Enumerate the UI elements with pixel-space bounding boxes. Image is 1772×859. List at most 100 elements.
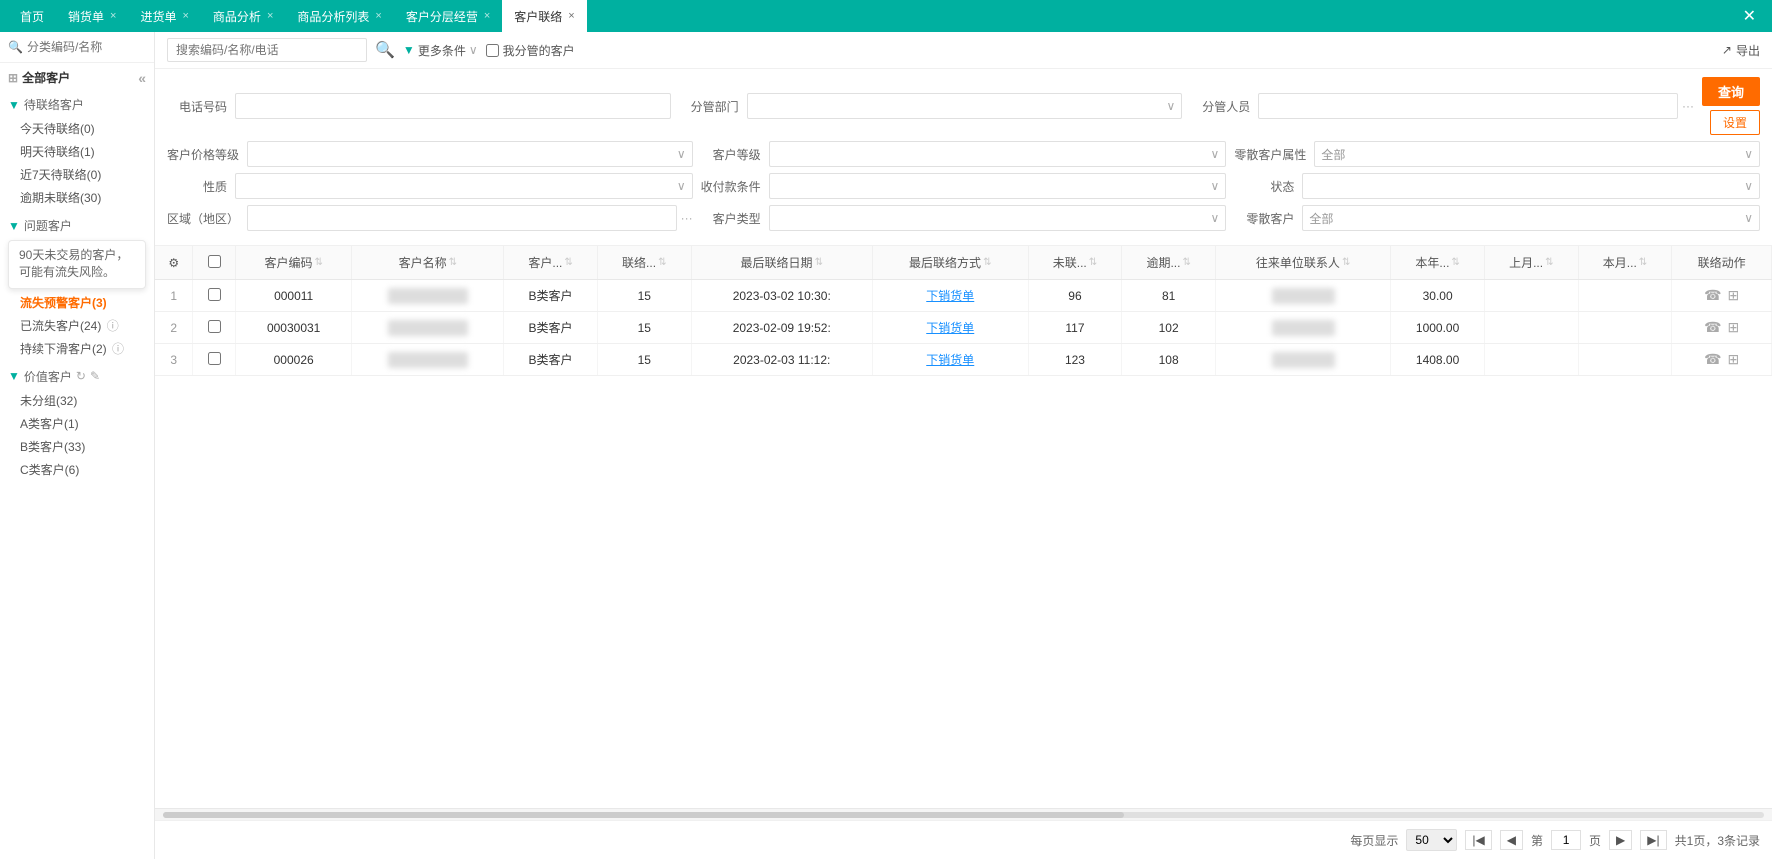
search-button[interactable]: 🔍 xyxy=(375,40,395,60)
category-search-input[interactable] xyxy=(27,40,155,54)
sidebar-item-churned[interactable]: 已流失客户(24) ⓘ xyxy=(0,314,154,337)
th-this-year[interactable]: 本年...⇅ xyxy=(1391,246,1485,280)
region-input[interactable] xyxy=(247,205,677,231)
close-icon[interactable]: × xyxy=(267,10,273,22)
sidebar-group-pending[interactable]: ▼ 待联络客户 xyxy=(0,92,154,117)
collapse-icon[interactable]: « xyxy=(138,70,146,86)
customer-type-select[interactable]: ∨ xyxy=(769,205,1227,231)
settings-button[interactable]: 设置 xyxy=(1710,110,1760,135)
my-customers-checkbox[interactable] xyxy=(486,44,499,57)
prev-page-button[interactable]: ◀ xyxy=(1500,830,1523,850)
close-icon[interactable]: × xyxy=(375,10,381,22)
row-last-method[interactable]: 下销货单 xyxy=(872,312,1028,344)
more-conditions-button[interactable]: ▼ 更多条件 ∨ xyxy=(403,42,478,59)
tab-sales[interactable]: 销货单 × xyxy=(56,0,128,32)
nature-select[interactable]: ∨ xyxy=(235,173,693,199)
price-level-select[interactable]: ∨ xyxy=(247,141,693,167)
more-icon[interactable]: ··· xyxy=(1682,99,1694,113)
row-checkbox[interactable] xyxy=(193,280,235,312)
page-input[interactable] xyxy=(1551,830,1581,850)
sidebar-item-tomorrow[interactable]: 明天待联络(1) xyxy=(0,140,154,163)
row-overdue: 102 xyxy=(1122,312,1216,344)
row-select-checkbox[interactable] xyxy=(208,288,221,301)
row-select-checkbox[interactable] xyxy=(208,352,221,365)
sidebar-item-class-a[interactable]: A类客户(1) xyxy=(0,412,154,435)
row-last-method[interactable]: 下销货单 xyxy=(872,344,1028,376)
sidebar-group-problem[interactable]: ▼ 问题客户 xyxy=(0,213,154,238)
close-icon[interactable]: × xyxy=(110,10,116,22)
refresh-icon[interactable]: ↻ xyxy=(76,369,86,383)
all-customers-label: 全部客户 xyxy=(22,69,70,86)
col-person-label: 往来单位联系人 xyxy=(1256,254,1340,271)
tab-customer-tier[interactable]: 客户分层经营 × xyxy=(394,0,502,32)
th-last-date[interactable]: 最后联络日期⇅ xyxy=(691,246,872,280)
tab-analysis[interactable]: 商品分析 × xyxy=(201,0,285,32)
th-overdue[interactable]: 逾期...⇅ xyxy=(1122,246,1216,280)
sidebar-item-class-c[interactable]: C类客户(6) xyxy=(0,458,154,481)
more-actions-icon[interactable]: ⊞ xyxy=(1728,351,1740,368)
first-page-button[interactable]: |◀ xyxy=(1465,830,1491,850)
sidebar-item-class-b[interactable]: B类客户(33) xyxy=(0,435,154,458)
tab-analysis-list[interactable]: 商品分析列表 × xyxy=(285,0,393,32)
th-this-month[interactable]: 本月...⇅ xyxy=(1578,246,1672,280)
person-input[interactable] xyxy=(1258,93,1678,119)
export-button[interactable]: ↗ 导出 xyxy=(1722,42,1760,59)
zero-customer-select[interactable]: 全部 ∨ xyxy=(1302,205,1760,231)
row-person: ██████ xyxy=(1215,344,1390,376)
col-code-label: 客户编码 xyxy=(264,254,312,271)
contact-icon[interactable]: ☎ xyxy=(1704,351,1721,368)
row-last-method[interactable]: 下销货单 xyxy=(872,280,1028,312)
per-page-select[interactable]: 50 100 200 xyxy=(1406,829,1457,851)
next-page-button[interactable]: ▶ xyxy=(1609,830,1632,850)
th-last-month[interactable]: 上月...⇅ xyxy=(1484,246,1578,280)
sidebar-item-overdue[interactable]: 逾期未联络(30) xyxy=(0,186,154,209)
row-checkbox[interactable] xyxy=(193,312,235,344)
more-actions-icon[interactable]: ⊞ xyxy=(1728,319,1740,336)
info-icon: ⓘ xyxy=(112,342,124,356)
tab-home[interactable]: 首页 xyxy=(8,0,56,32)
sidebar-group-value[interactable]: ▼ 价值客户 ↻ ✎ xyxy=(0,364,154,389)
th-gear[interactable]: ⚙ xyxy=(155,246,193,280)
dept-select[interactable]: ∨ xyxy=(747,93,1183,119)
th-unlisted[interactable]: 未联...⇅ xyxy=(1028,246,1122,280)
close-icon[interactable]: × xyxy=(484,10,490,22)
last-page-button[interactable]: ▶| xyxy=(1640,830,1666,850)
row-select-checkbox[interactable] xyxy=(208,320,221,333)
window-close-button[interactable]: ✕ xyxy=(1735,6,1764,26)
zero-attr-select[interactable]: 全部 ∨ xyxy=(1314,141,1760,167)
th-person[interactable]: 往来单位联系人⇅ xyxy=(1215,246,1390,280)
more-actions-icon[interactable]: ⊞ xyxy=(1728,287,1740,304)
query-button[interactable]: 查询 xyxy=(1702,77,1760,106)
search-input[interactable] xyxy=(167,38,367,62)
sidebar-item-ungroup[interactable]: 未分组(32) xyxy=(0,389,154,412)
my-customers-checkbox-label[interactable]: 我分管的客户 xyxy=(486,42,575,59)
tooltip-box: 90天未交易的客户，可能有流失风险。 xyxy=(8,240,146,289)
select-all-checkbox[interactable] xyxy=(208,255,221,268)
th-checkbox[interactable] xyxy=(193,246,235,280)
close-icon[interactable]: × xyxy=(182,10,188,22)
sidebar-item-declining[interactable]: 持续下滑客户(2) ⓘ xyxy=(0,337,154,360)
th-contact[interactable]: 联络...⇅ xyxy=(597,246,691,280)
row-code: 00030031 xyxy=(235,312,352,344)
sidebar-item-churn-warning[interactable]: 流失预警客户(3) xyxy=(0,291,154,314)
contact-icon[interactable]: ☎ xyxy=(1704,319,1721,336)
tab-purchase[interactable]: 进货单 × xyxy=(128,0,200,32)
th-last-method[interactable]: 最后联络方式⇅ xyxy=(872,246,1028,280)
th-code[interactable]: 客户编码⇅ xyxy=(235,246,352,280)
sidebar-item-7days[interactable]: 近7天待联络(0) xyxy=(0,163,154,186)
status-select[interactable]: ∨ xyxy=(1302,173,1760,199)
contact-icon[interactable]: ☎ xyxy=(1704,287,1721,304)
tab-customer-contact[interactable]: 客户联络 × xyxy=(502,0,586,32)
edit-icon[interactable]: ✎ xyxy=(90,369,100,383)
row-checkbox[interactable] xyxy=(193,344,235,376)
payment-select[interactable]: ∨ xyxy=(769,173,1227,199)
sidebar-item-today[interactable]: 今天待联络(0) xyxy=(0,117,154,140)
th-name[interactable]: 客户名称⇅ xyxy=(352,246,504,280)
more-icon[interactable]: ··· xyxy=(681,211,693,225)
th-type[interactable]: 客户...⇅ xyxy=(504,246,598,280)
phone-input[interactable] xyxy=(235,93,671,119)
horizontal-scrollbar[interactable] xyxy=(155,808,1772,820)
col-last-month-label: 上月... xyxy=(1509,254,1543,271)
close-icon[interactable]: × xyxy=(568,10,574,22)
customer-level-select[interactable]: ∨ xyxy=(769,141,1227,167)
